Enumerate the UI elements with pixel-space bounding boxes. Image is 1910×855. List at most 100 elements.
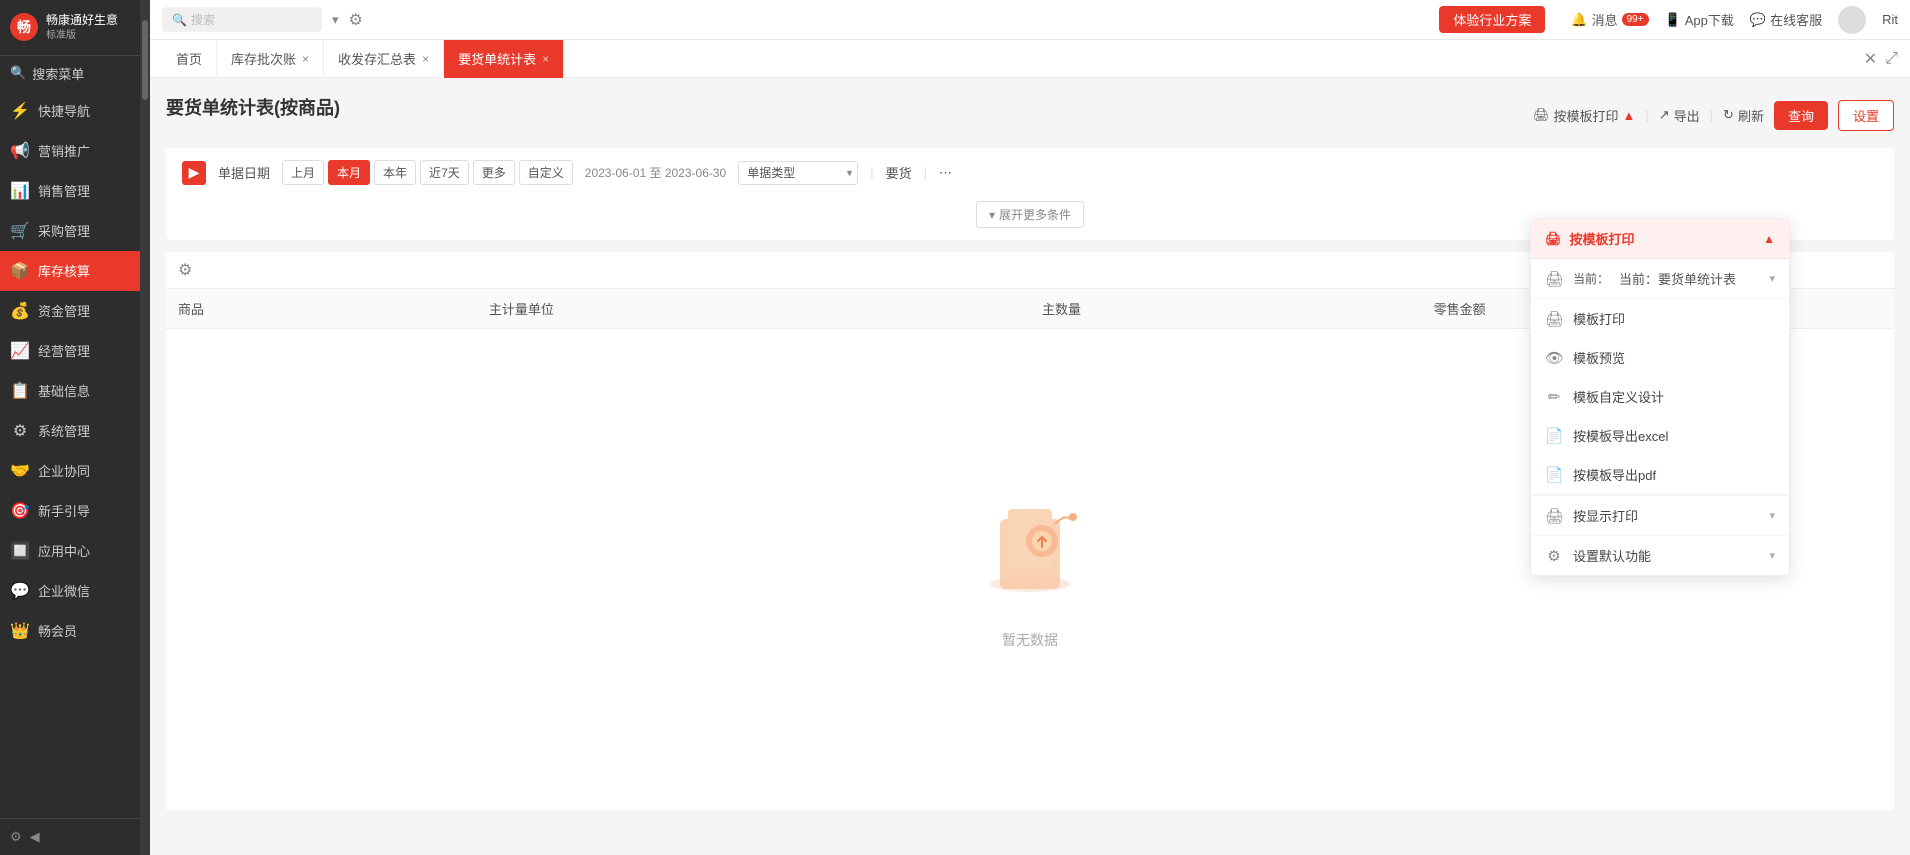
type-select[interactable]: 单据类型 xyxy=(738,161,858,185)
export-pdf-icon: 📄 xyxy=(1545,466,1563,484)
refresh-btn[interactable]: ↻ 刷新 xyxy=(1723,106,1764,125)
type-select-wrap: 单据类型 xyxy=(738,161,858,185)
tab-yaohuo-tongji[interactable]: 要货单统计表 × xyxy=(444,40,564,78)
tab-bar: 首页 库存批次账 × 收发存汇总表 × 要货单统计表 × ✕ ⤢ xyxy=(150,40,1910,78)
refresh-icon: ↻ xyxy=(1723,107,1734,123)
print-chevron-up: ▲ xyxy=(1622,108,1635,123)
dropdown-item-template-preview[interactable]: 👁 模板预览 xyxy=(1531,338,1789,377)
user-avatar[interactable] xyxy=(1838,6,1866,34)
empty-text: 暂无数据 xyxy=(1002,630,1058,650)
collapse-icon[interactable]: ◀ xyxy=(30,829,40,845)
notification-badge: 99+ xyxy=(1622,13,1649,26)
table-gear-icon[interactable]: ⚙ xyxy=(178,260,192,280)
dropdown-header[interactable]: 🖨 按模板打印 ▲ xyxy=(1531,219,1789,259)
sidebar-item-yingyong[interactable]: 🔲 应用中心 xyxy=(0,531,140,571)
bell-icon: 🔔 xyxy=(1571,12,1587,28)
dropdown-item-template-print[interactable]: 🖨 模板打印 xyxy=(1531,299,1789,338)
settings-icon[interactable]: ⚙ xyxy=(10,829,22,845)
sidebar: 畅 畅康通好生意 标准版 🔍 搜索菜单 ⚡ 快捷导航 📢 营销推广 📊 销售管理… xyxy=(0,0,140,855)
nav-icon-xiaoshou: 📊 xyxy=(10,181,30,201)
print-template-btn[interactable]: 🖨 按模板打印 ▲ xyxy=(1533,106,1635,125)
page-header-left: 要货单统计表(按商品) xyxy=(166,94,340,136)
date-btn-this-month[interactable]: 本月 xyxy=(328,160,370,185)
tab-close-yaohuo[interactable]: × xyxy=(542,52,549,66)
template-design-icon: ✏ xyxy=(1545,388,1563,406)
date-btn-this-year[interactable]: 本年 xyxy=(374,160,416,185)
sidebar-item-caigou[interactable]: 🛒 采购管理 xyxy=(0,211,140,251)
window-maximize-btn[interactable]: ⤢ xyxy=(1885,50,1898,68)
dropdown-current-item[interactable]: 🖨 当前： 当前：要货单统计表 ▾ xyxy=(1531,259,1789,298)
tabs-right: ✕ ⤢ xyxy=(1864,49,1898,69)
sidebar-item-zijin[interactable]: 💰 资金管理 xyxy=(0,291,140,331)
sidebar-footer: ⚙ ◀ xyxy=(0,818,140,855)
date-btn-last-month[interactable]: 上月 xyxy=(282,160,324,185)
th-product: 商品 xyxy=(166,289,477,329)
default-func-chevron: ▾ xyxy=(1769,549,1775,562)
sidebar-item-qiye[interactable]: 🤝 企业协同 xyxy=(0,451,140,491)
print-icon: 🖨 xyxy=(1533,107,1550,123)
nav-icon-caigou: 🛒 xyxy=(10,221,30,241)
expand-more-btn[interactable]: ▾ 展开更多条件 xyxy=(976,201,1084,228)
export-icon: ↗ xyxy=(1659,107,1670,123)
date-btn-custom[interactable]: 自定义 xyxy=(519,160,573,185)
sidebar-item-yingxiao[interactable]: 📢 营销推广 xyxy=(0,131,140,171)
page-header: 要货单统计表(按商品) 🖨 按模板打印 ▲ | ↗ 导出 | ↻ xyxy=(166,94,1894,136)
date-btn-more[interactable]: 更多 xyxy=(473,160,515,185)
logo-icon: 畅 xyxy=(10,13,38,41)
main-content: 🔍 搜索 ▾ ⚙ 体验行业方案 🔔 消息 99+ 📱 App下载 💬 在线客服 … xyxy=(150,0,1910,855)
tab-shoufa-huizong[interactable]: 收发存汇总表 × xyxy=(324,40,444,78)
nav-icon-weixin: 💬 xyxy=(10,581,30,601)
topbar: 🔍 搜索 ▾ ⚙ 体验行业方案 🔔 消息 99+ 📱 App下载 💬 在线客服 … xyxy=(150,0,1910,40)
sidebar-item-xitong[interactable]: ⚙ 系统管理 xyxy=(0,411,140,451)
filter-toggle-btn[interactable]: ▶ xyxy=(182,161,206,185)
nav-icon-huiyuan: 👑 xyxy=(10,621,30,641)
dropdown-up-icon: ▲ xyxy=(1763,232,1775,246)
sidebar-item-huiyuan[interactable]: 👑 畅会员 xyxy=(0,611,140,651)
date-group: 上月 本月 本年 近7天 更多 自定义 xyxy=(282,160,573,185)
dropdown-item-default-func[interactable]: ⚙ 设置默认功能 ▾ xyxy=(1531,535,1789,575)
trial-button[interactable]: 体验行业方案 xyxy=(1439,6,1545,33)
dropdown-item-template-design[interactable]: ✏ 模板自定义设计 xyxy=(1531,377,1789,416)
printer-icon: 🖨 xyxy=(1545,231,1562,247)
sidebar-item-xiaoshou[interactable]: 📊 销售管理 xyxy=(0,171,140,211)
nav-icon-kuaijie: ⚡ xyxy=(10,101,30,121)
notification-btn[interactable]: 🔔 消息 99+ xyxy=(1571,10,1648,29)
online-service-btn[interactable]: 💬 在线客服 xyxy=(1750,10,1822,29)
display-print-icon: 🖨 xyxy=(1545,507,1563,525)
topbar-right: 🔔 消息 99+ 📱 App下载 💬 在线客服 Rit xyxy=(1571,6,1898,34)
dropdown-item-export-excel[interactable]: 📄 按模板导出excel xyxy=(1531,416,1789,455)
download-icon: 📱 xyxy=(1665,12,1681,28)
th-quantity: 主数量 xyxy=(1030,289,1422,329)
topbar-dropdown-icon[interactable]: ▾ xyxy=(332,12,339,28)
sidebar-item-xinshou[interactable]: 🎯 新手引导 xyxy=(0,491,140,531)
dropdown-current-chevron: ▾ xyxy=(1769,272,1775,285)
sidebar-scrollbar[interactable] xyxy=(140,0,150,855)
nav-icon-jingying: 📈 xyxy=(10,341,30,361)
dropdown-header-left: 🖨 按模板打印 xyxy=(1545,229,1635,248)
sidebar-item-jingying[interactable]: 📈 经营管理 xyxy=(0,331,140,371)
nav-icon-zijin: 💰 xyxy=(10,301,30,321)
tab-close-kucun[interactable]: × xyxy=(302,52,309,66)
app-name: 畅康通好生意 标准版 xyxy=(46,12,118,43)
sidebar-item-weixin[interactable]: 💬 企业微信 xyxy=(0,571,140,611)
sidebar-item-kuaijie[interactable]: ⚡ 快捷导航 xyxy=(0,91,140,131)
topbar-search[interactable]: 🔍 搜索 xyxy=(162,7,322,32)
tab-kucun-pizhanghao[interactable]: 库存批次账 × xyxy=(217,40,324,78)
sidebar-item-jichu[interactable]: 📋 基础信息 xyxy=(0,371,140,411)
empty-svg xyxy=(970,489,1090,599)
query-button[interactable]: 查询 xyxy=(1774,101,1828,130)
window-close-btn[interactable]: ✕ xyxy=(1864,49,1877,69)
sidebar-search[interactable]: 🔍 搜索菜单 xyxy=(0,56,140,91)
dropdown-item-export-pdf[interactable]: 📄 按模板导出pdf xyxy=(1531,455,1789,494)
tab-home[interactable]: 首页 xyxy=(162,40,217,78)
sidebar-item-kucun[interactable]: 📦 库存核算 xyxy=(0,251,140,291)
export-excel-icon: 📄 xyxy=(1545,427,1563,445)
current-item-icon: 🖨 xyxy=(1545,270,1563,288)
tab-close-shoufa[interactable]: × xyxy=(422,52,429,66)
app-download-btn[interactable]: 📱 App下载 xyxy=(1665,10,1734,29)
settings-button[interactable]: 设置 xyxy=(1838,100,1894,131)
topbar-gear-icon[interactable]: ⚙ xyxy=(349,10,363,30)
export-btn[interactable]: ↗ 导出 xyxy=(1659,106,1700,125)
date-btn-7days[interactable]: 近7天 xyxy=(420,160,469,185)
dropdown-item-display-print[interactable]: 🖨 按显示打印 ▾ xyxy=(1531,495,1789,535)
